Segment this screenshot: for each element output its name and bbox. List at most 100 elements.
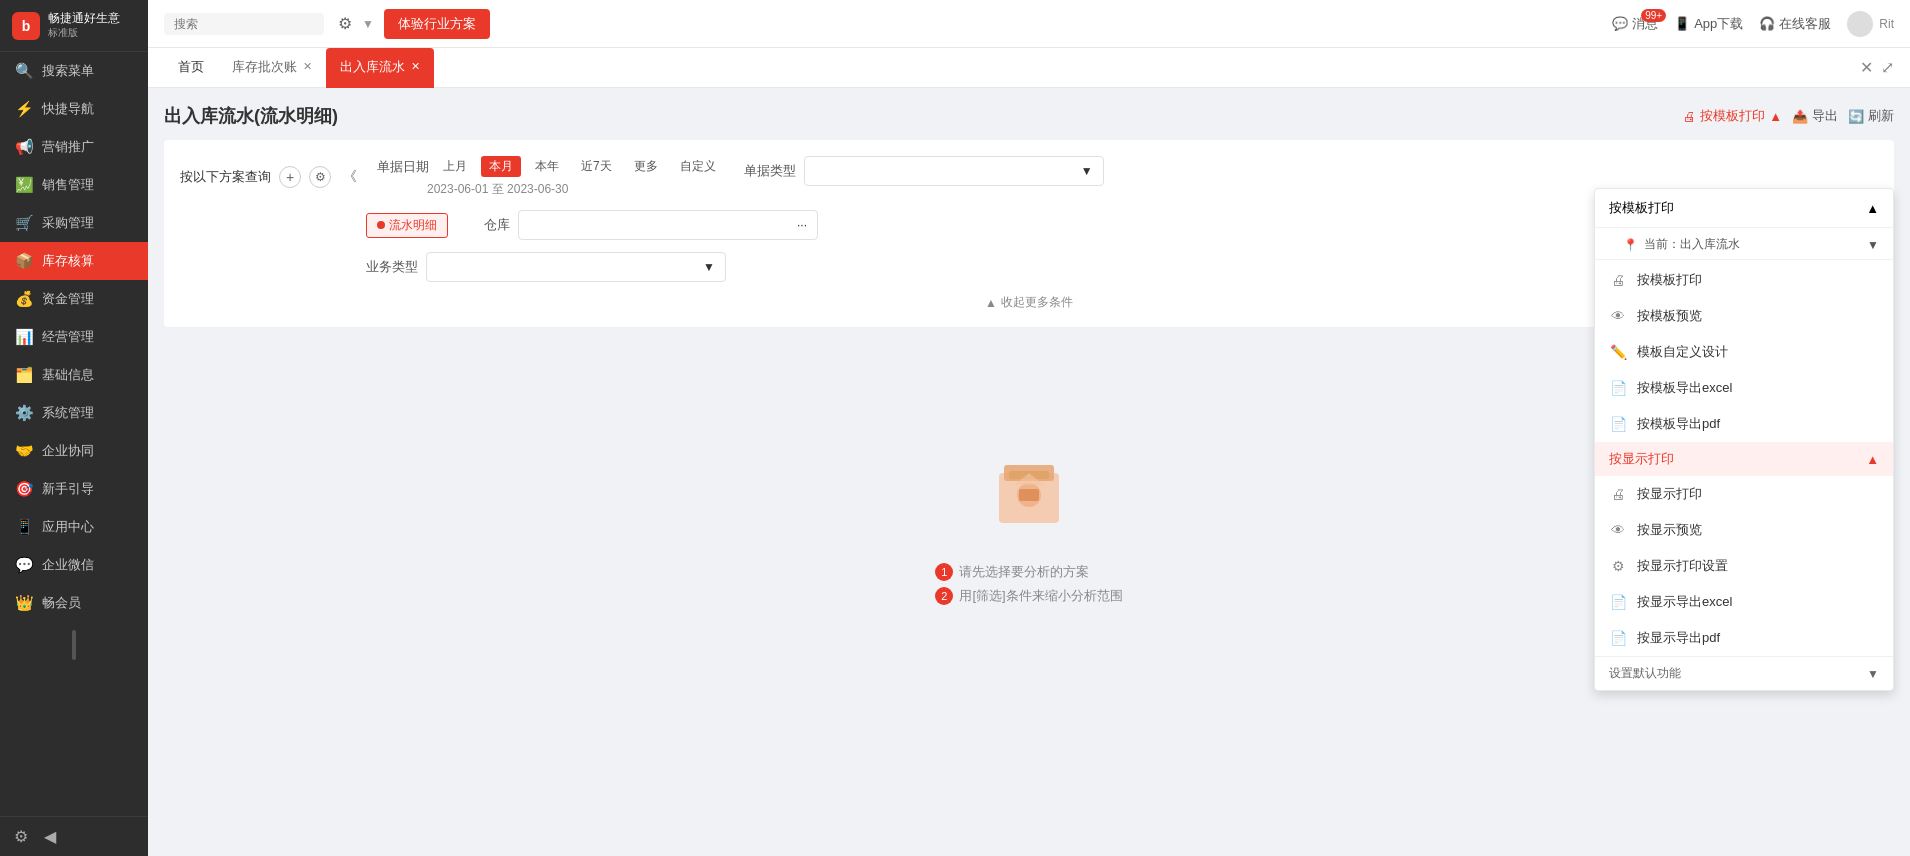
svg-rect-4	[1019, 489, 1039, 501]
dp-display-collapse-icon: ▲	[1866, 452, 1879, 467]
dp-template-print-label: 按模板打印	[1637, 271, 1702, 289]
sidebar-item-collab[interactable]: 🤝 企业协同	[0, 432, 148, 470]
dp-item-template-print[interactable]: 🖨 按模板打印	[1595, 262, 1893, 298]
date-filter-row: 单据日期 上月 本月 本年 近7天 更多 自定义	[377, 156, 724, 177]
topbar-service[interactable]: 🎧 在线客服	[1759, 15, 1831, 33]
sidebar-item-member[interactable]: 👑 畅会员	[0, 584, 148, 622]
export-button[interactable]: 📤 导出	[1792, 107, 1838, 125]
sidebar-item-shortcut[interactable]: ⚡ 快捷导航	[0, 90, 148, 128]
guide-icon: 🎯	[14, 480, 34, 498]
dp-item-template-excel[interactable]: 📄 按模板导出excel	[1595, 370, 1893, 406]
filter-add-button[interactable]: +	[279, 166, 301, 188]
date-btn-this-month[interactable]: 本月	[481, 156, 521, 177]
sidebar-item-label: 基础信息	[42, 366, 94, 384]
sidebar-item-appstore[interactable]: 📱 应用中心	[0, 508, 148, 546]
sidebar-item-search[interactable]: 🔍 搜索菜单	[0, 52, 148, 90]
page-content: 出入库流水(流水明细) 🖨 按模板打印 ▲ 📤 导出 🔄 刷新	[148, 88, 1910, 856]
topbar-message[interactable]: 💬 消息 99+	[1612, 15, 1658, 33]
dp-display-print-label: 按显示打印	[1637, 485, 1702, 503]
collapse-sidebar-icon[interactable]: ◀	[44, 827, 56, 846]
topbar-app-download[interactable]: 📱 App下载	[1674, 15, 1743, 33]
tab-inventory-batch[interactable]: 库存批次账 ✕	[218, 48, 326, 88]
wechat-icon: 💬	[14, 556, 34, 574]
collapse-more-btn[interactable]: ▲ 收起更多条件	[985, 294, 1073, 311]
dp-template-pdf-label: 按模板导出pdf	[1637, 415, 1720, 433]
dp-item-display-pdf[interactable]: 📄 按显示导出pdf	[1595, 620, 1893, 656]
dp-display-preview-icon: 👁	[1609, 522, 1627, 538]
window-expand-icon[interactable]: ⤢	[1881, 58, 1894, 77]
sidebar-item-label: 经营管理	[42, 328, 94, 346]
dp-display-section-label: 按显示打印	[1609, 450, 1674, 468]
dp-preview-icon: 👁	[1609, 308, 1627, 324]
dp-collapse-icon[interactable]: ▲	[1866, 201, 1879, 216]
tab-home-label: 首页	[178, 58, 204, 76]
settings-bottom-icon[interactable]: ⚙	[14, 827, 28, 846]
business-type-select[interactable]: ▼	[426, 252, 726, 282]
sidebar-item-purchase[interactable]: 🛒 采购管理	[0, 204, 148, 242]
date-btn-this-year[interactable]: 本年	[527, 156, 567, 177]
tip-text-2: 用[筛选]条件来缩小分析范围	[959, 587, 1122, 605]
dp-item-display-print[interactable]: 🖨 按显示打印	[1595, 476, 1893, 512]
dp-current-arrow: ▼	[1867, 238, 1879, 252]
tab-flow-close-icon[interactable]: ✕	[411, 60, 420, 73]
date-btn-more[interactable]: 更多	[626, 156, 666, 177]
type-select[interactable]: ▼	[804, 156, 1104, 186]
search-icon: 🔍	[14, 62, 34, 80]
trial-btn[interactable]: 体验行业方案	[384, 9, 490, 39]
topbar-gear-icon[interactable]: ⚙	[338, 14, 352, 33]
dp-item-display-settings[interactable]: ⚙ 按显示打印设置	[1595, 548, 1893, 584]
location-icon: 📍	[1623, 238, 1638, 252]
date-btn-last-month[interactable]: 上月	[435, 156, 475, 177]
dp-custom-icon: ✏️	[1609, 344, 1627, 360]
sidebar-item-sales[interactable]: 💹 销售管理	[0, 166, 148, 204]
refresh-button[interactable]: 🔄 刷新	[1848, 107, 1894, 125]
purchase-icon: 🛒	[14, 214, 34, 232]
marketing-icon: 📢	[14, 138, 34, 156]
dp-item-template-preview[interactable]: 👁 按模板预览	[1595, 298, 1893, 334]
sidebar-item-system[interactable]: ⚙️ 系统管理	[0, 394, 148, 432]
date-filter-group: 单据日期 上月 本月 本年 近7天 更多 自定义 2023-06-01 至 20…	[377, 156, 724, 198]
sidebar-menu: 🔍 搜索菜单 ⚡ 快捷导航 📢 营销推广 💹 销售管理 🛒 采购管理 📦 库存核…	[0, 52, 148, 816]
headset-icon: 🎧	[1759, 16, 1775, 31]
topbar-dropdown-icon[interactable]: ▼	[362, 17, 374, 31]
dp-display-section-header[interactable]: 按显示打印 ▲	[1595, 442, 1893, 476]
tip-text-1: 请先选择要分析的方案	[959, 563, 1089, 581]
sidebar-item-finance[interactable]: 💰 资金管理	[0, 280, 148, 318]
sidebar-item-operation[interactable]: 📊 经营管理	[0, 318, 148, 356]
sidebar-item-inventory[interactable]: 📦 库存核算	[0, 242, 148, 280]
template-print-button[interactable]: 🖨 按模板打印 ▲	[1683, 107, 1782, 125]
topbar-user[interactable]: Rit	[1847, 11, 1894, 37]
tab-home[interactable]: 首页	[164, 48, 218, 88]
dp-footer[interactable]: 设置默认功能 ▼	[1595, 656, 1893, 690]
flow-detail-dot	[377, 221, 385, 229]
filter-collapse-button[interactable]: 《	[339, 166, 361, 188]
sidebar-item-marketing[interactable]: 📢 营销推广	[0, 128, 148, 166]
tab-flow-label: 出入库流水	[340, 58, 405, 76]
warehouse-label: 仓库	[484, 216, 510, 234]
topbar-search-box[interactable]	[164, 13, 324, 35]
filter-settings-button[interactable]: ⚙	[309, 166, 331, 188]
warehouse-select[interactable]: ···	[518, 210, 818, 240]
tab-flow[interactable]: 出入库流水 ✕	[326, 48, 434, 88]
business-type-arrow: ▼	[703, 260, 715, 274]
template-print-label: 按模板打印	[1700, 107, 1765, 125]
dp-item-display-preview[interactable]: 👁 按显示预览	[1595, 512, 1893, 548]
sidebar-item-wechat[interactable]: 💬 企业微信	[0, 546, 148, 584]
date-btn-custom[interactable]: 自定义	[672, 156, 724, 177]
dp-pdf-icon-1: 📄	[1609, 416, 1627, 432]
window-close-icon[interactable]: ✕	[1860, 58, 1873, 77]
empty-tip-1: 1 请先选择要分析的方案	[935, 563, 1122, 581]
app-name: 畅捷通好生意	[48, 11, 120, 27]
dp-item-template-custom[interactable]: ✏️ 模板自定义设计	[1595, 334, 1893, 370]
search-input[interactable]	[174, 17, 314, 31]
sidebar-item-guide[interactable]: 🎯 新手引导	[0, 470, 148, 508]
tab-close-icon[interactable]: ✕	[303, 60, 312, 73]
page-header: 出入库流水(流水明细) 🖨 按模板打印 ▲ 📤 导出 🔄 刷新	[164, 104, 1894, 128]
dp-item-display-excel[interactable]: 📄 按显示导出excel	[1595, 584, 1893, 620]
lightning-icon: ⚡	[14, 100, 34, 118]
sidebar-item-label: 营销推广	[42, 138, 94, 156]
dp-item-template-pdf[interactable]: 📄 按模板导出pdf	[1595, 406, 1893, 442]
flow-detail-tag[interactable]: 流水明细	[366, 213, 448, 238]
date-btn-7days[interactable]: 近7天	[573, 156, 620, 177]
sidebar-item-basic[interactable]: 🗂️ 基础信息	[0, 356, 148, 394]
